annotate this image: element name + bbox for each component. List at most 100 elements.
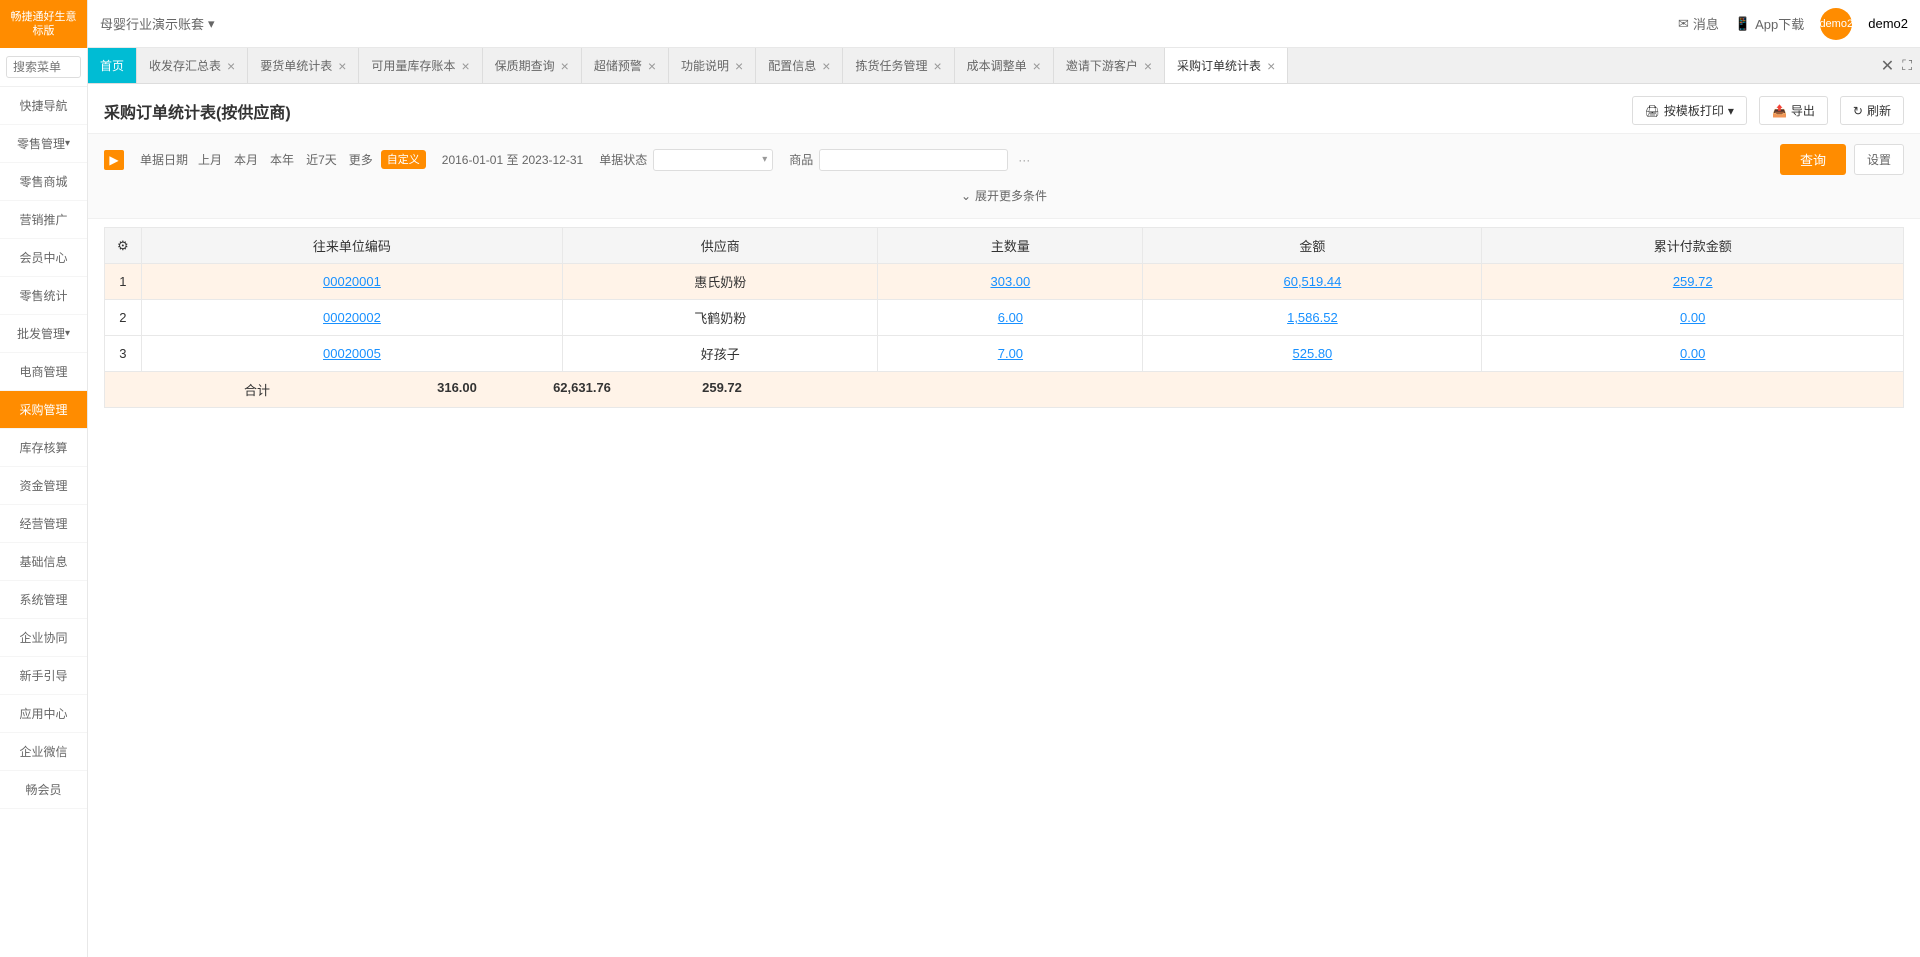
sidebar-item-retail-shop[interactable]: 零售商城 [0,163,87,201]
row-paid[interactable]: 0.00 [1482,336,1904,372]
sidebar-item-guide[interactable]: 新手引导 [0,657,87,695]
tab-close-icon-cost-adjust[interactable]: × [1033,59,1041,73]
tab-close-icon-overstock[interactable]: × [648,59,656,73]
tab-home[interactable]: 首页 [88,48,137,84]
tab-cost-adjust[interactable]: 成本调整单× [955,48,1054,84]
sidebar-item-wechat[interactable]: 企业微信 [0,733,87,771]
message-button[interactable]: ✉ 消息 [1678,14,1719,33]
tab-close-icon-pick-task[interactable]: × [933,59,941,73]
sidebar-item-inventory[interactable]: 库存核算 [0,429,87,467]
page-title: 采购订单统计表(按供应商) [104,99,291,123]
date-7-days[interactable]: 近7天 [302,150,341,169]
sidebar-item-batch[interactable]: 批发管理 ▾ [0,315,87,353]
workspace-selector[interactable]: 母婴行业演示账套 ▾ [100,14,215,33]
sidebar-item-finance[interactable]: 资金管理 [0,467,87,505]
row-code[interactable]: 00020005 [141,336,563,372]
search-input[interactable] [6,56,81,78]
row-qty[interactable]: 303.00 [878,264,1143,300]
close-all-tabs-button[interactable]: ✕ ⛶ [1873,56,1920,76]
tab-close-icon-expiry[interactable]: × [561,59,569,73]
print-icon: 🖨 [1645,104,1660,118]
tab-close-icon-invite[interactable]: × [1144,59,1152,73]
expand-row: ⌄ 展开更多条件 [104,183,1904,208]
tab-label-overstock: 超储预警 [594,57,642,74]
row-amount[interactable]: 1,586.52 [1143,300,1482,336]
sidebar-item-purchase[interactable]: 采购管理 [0,391,87,429]
sidebar-item-operations[interactable]: 经营管理 [0,505,87,543]
sidebar-item-system[interactable]: 系统管理 [0,581,87,619]
goods-input[interactable] [819,149,1008,171]
date-more[interactable]: 更多 [345,150,377,169]
row-amount[interactable]: 525.80 [1143,336,1482,372]
row-code[interactable]: 00020001 [141,264,563,300]
tab-close-icon-config[interactable]: × [822,59,830,73]
tab-pick-task[interactable]: 拣货任务管理 × [843,48,954,84]
sidebar-item-vip[interactable]: 畅会员 [0,771,87,809]
row-qty[interactable]: 6.00 [878,300,1143,336]
page-header: 采购订单统计表(按供应商) 🖨 按模板打印 ▾ 📤 导出 ↻ 刷新 [88,84,1920,134]
tab-inventory-book[interactable]: 可用量库存账本× [359,48,482,84]
sidebar-item-appCenter[interactable]: 应用中心 [0,695,87,733]
tab-invite[interactable]: 邀请下游客户× [1054,48,1165,84]
table-row: 2 00020002 飞鹤奶粉 6.00 1,586.52 0.00 [105,300,1904,336]
tab-receive[interactable]: 收发存汇总表× [137,48,248,84]
print-dropdown-icon: ▾ [1728,104,1734,118]
tab-close-icon-order-stats[interactable]: × [338,59,346,73]
tab-overstock[interactable]: 超储预警 × [582,48,669,84]
refresh-button[interactable]: ↻ 刷新 [1840,96,1904,125]
app-download-button[interactable]: 📱 App下载 [1735,14,1804,33]
goods-more-icon[interactable]: ··· [1018,153,1030,167]
tab-function[interactable]: 功能说明 × [669,48,756,84]
filter-toggle-button[interactable]: ▶ [104,150,124,170]
chevron-down-icon: ▾ [65,328,70,339]
date-this-month[interactable]: 本月 [230,150,262,169]
avatar[interactable]: demo2 [1820,8,1852,40]
row-code[interactable]: 00020002 [141,300,563,336]
sidebar-item-retail[interactable]: 零售管理 ▾ [0,125,87,163]
main-area: 母婴行业演示账套 ▾ ✉ 消息 📱 App下载 demo2 demo2 首页收发… [88,0,1920,957]
user-name: demo2 [1868,16,1908,31]
row-paid[interactable]: 259.72 [1482,264,1904,300]
tab-close-icon-purchase-stats[interactable]: × [1267,59,1275,73]
maximize-icon: ⛶ [1902,57,1912,74]
data-table: ⚙ 往来单位编码 供应商 主数量 金额 累计付款金额 1 00020001 惠氏… [104,227,1904,372]
chevron-down-icon: ▾ [208,16,215,32]
sidebar-item-label-retail: 零售管理 [17,135,65,152]
tab-purchase-stats[interactable]: 采购订单统计表× [1165,48,1288,84]
table-row: 3 00020005 好孩子 7.00 525.80 0.00 [105,336,1904,372]
table-body: 1 00020001 惠氏奶粉 303.00 60,519.44 259.72 … [105,264,1904,372]
settings-button[interactable]: 设置 [1854,144,1904,175]
export-icon: 📤 [1772,104,1787,118]
row-paid[interactable]: 0.00 [1482,300,1904,336]
sidebar-item-retail-stats[interactable]: 零售统计 [0,277,87,315]
date-this-year[interactable]: 本年 [266,150,298,169]
chevron-down-icon: ▾ [65,138,70,149]
header-actions: 🖨 按模板打印 ▾ 📤 导出 ↻ 刷新 [1632,96,1904,125]
status-select[interactable] [653,149,773,171]
goods-label: 商品 [789,151,813,168]
sidebar-item-marketing[interactable]: 营销推广 [0,201,87,239]
sidebar-item-enterprise[interactable]: 企业协同 [0,619,87,657]
sidebar-item-quick-nav[interactable]: 快捷导航 [0,87,87,125]
tab-order-stats[interactable]: 要货单统计表× [248,48,359,84]
top-bar-left: 母婴行业演示账套 ▾ [100,14,215,33]
tab-label-pick-task: 拣货任务管理 [855,57,927,74]
sidebar-item-ecommerce[interactable]: 电商管理 [0,353,87,391]
export-button[interactable]: 📤 导出 [1759,96,1828,125]
tab-config[interactable]: 配置信息× [756,48,843,84]
refresh-icon: ↻ [1853,104,1863,118]
expand-more-button[interactable]: ⌄ 展开更多条件 [953,183,1055,208]
tab-close-icon-receive[interactable]: × [227,59,235,73]
tab-label-function: 功能说明 [681,57,729,74]
tab-expiry[interactable]: 保质期查询× [483,48,582,84]
query-button[interactable]: 查询 [1780,144,1846,175]
tab-close-icon-inventory-book[interactable]: × [461,59,469,73]
sidebar-item-member[interactable]: 会员中心 [0,239,87,277]
row-amount[interactable]: 60,519.44 [1143,264,1482,300]
print-button[interactable]: 🖨 按模板打印 ▾ [1632,96,1747,125]
sidebar-item-basics[interactable]: 基础信息 [0,543,87,581]
tab-close-icon-function[interactable]: × [735,59,743,73]
date-custom-badge[interactable]: 自定义 [381,150,426,169]
row-qty[interactable]: 7.00 [878,336,1143,372]
date-last-month[interactable]: 上月 [194,150,226,169]
